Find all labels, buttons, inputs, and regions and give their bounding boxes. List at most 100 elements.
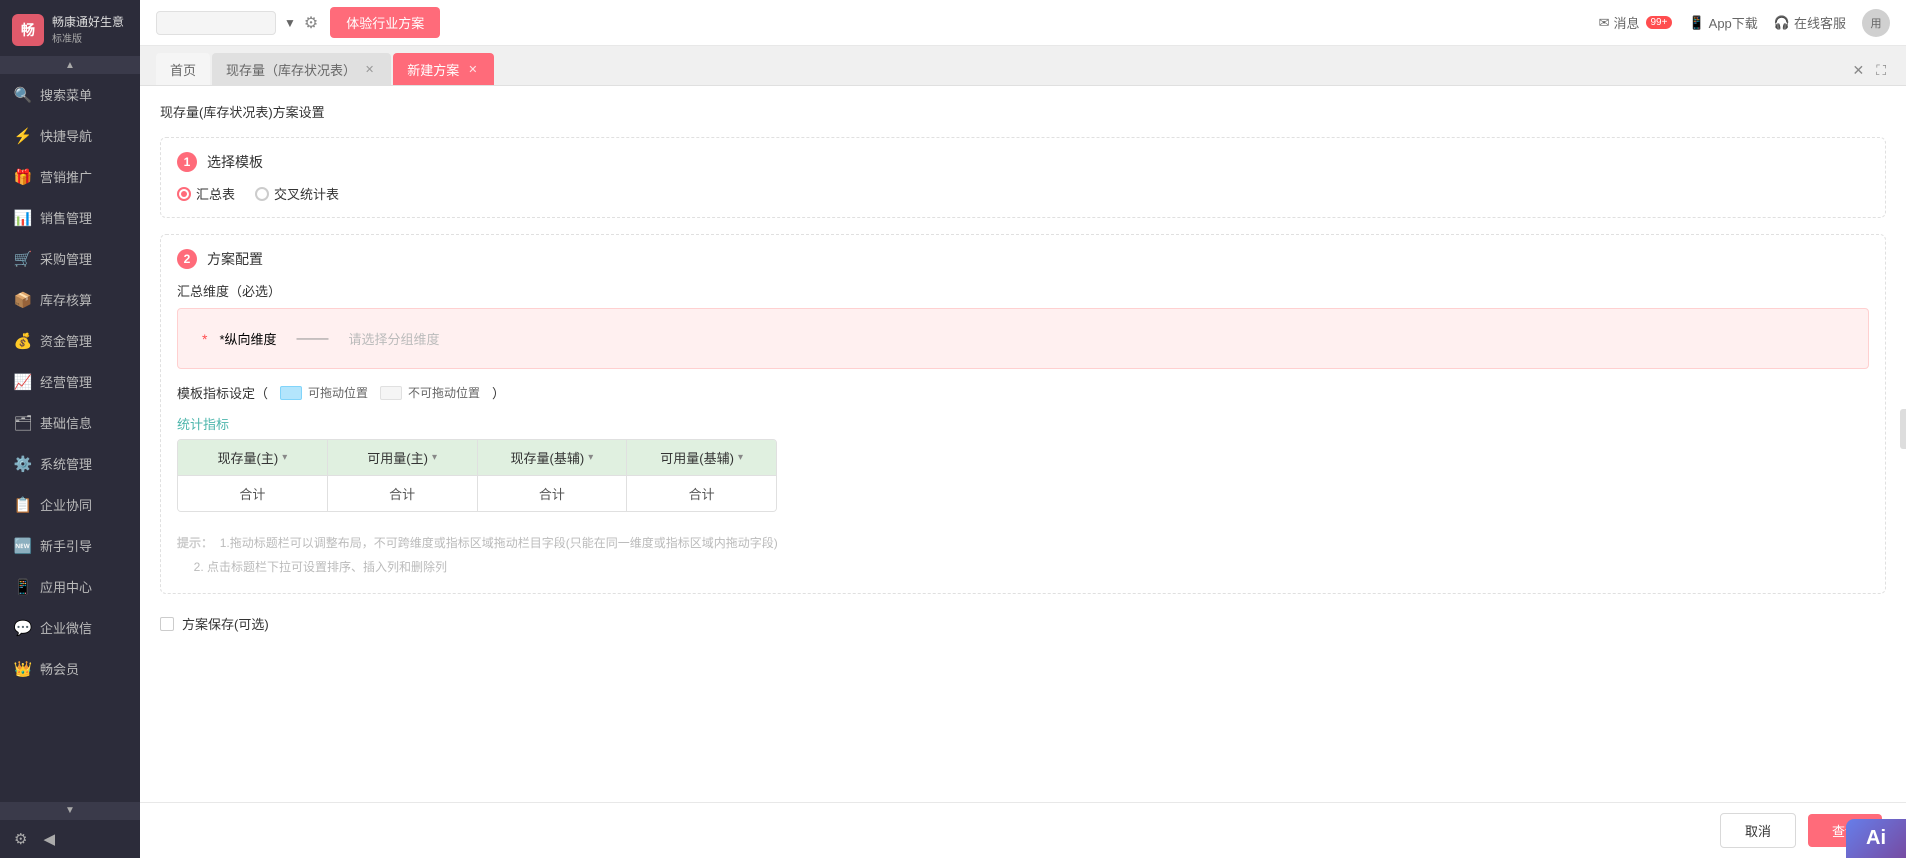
- customer-service-item[interactable]: 🎧 在线客服: [1774, 13, 1846, 32]
- member-icon: 👑: [14, 660, 32, 678]
- sidebar-item-member[interactable]: 👑 畅会员: [0, 648, 140, 689]
- resize-handle[interactable]: [1900, 409, 1906, 449]
- sidebar-system-label: 系统管理: [40, 454, 92, 473]
- stats-col-3-header-label: 可用量(基辅): [660, 448, 734, 467]
- sidebar-item-guide[interactable]: 🆕 新手引导: [0, 525, 140, 566]
- app-name: 畅康通好生意: [52, 15, 124, 31]
- basic-icon: 🗂: [14, 414, 32, 432]
- radio-cross[interactable]: 交叉统计表: [255, 184, 339, 203]
- stats-col-3-chevron[interactable]: ▾: [738, 452, 743, 463]
- step2-badge: 2: [177, 249, 197, 269]
- sidebar-shortcut-label: 快捷导航: [40, 126, 92, 145]
- sidebar-scroll-down[interactable]: ▼: [0, 802, 140, 819]
- topbar-left: ▼ ⚙: [156, 11, 318, 35]
- stats-col-1-header-label: 可用量(主): [367, 448, 428, 467]
- nav-search-input[interactable]: [156, 11, 276, 35]
- system-icon: ⚙️: [14, 455, 32, 473]
- stats-col-0-header-label: 现存量(主): [218, 448, 279, 467]
- tips-title: 提示： 1.拖动标题栏可以调整布局，不可跨维度或指标区域拖动栏目字段(只能在同一…: [177, 531, 1869, 555]
- search-icon: 🔍: [14, 86, 32, 104]
- sidebar-item-marketing[interactable]: 🎁 营销推广: [0, 156, 140, 197]
- stats-col-0-body: 合计: [178, 476, 327, 511]
- non-draggable-label: 不可拖动位置: [408, 384, 480, 401]
- sidebar-item-purchase[interactable]: 🛒 采购管理: [0, 238, 140, 279]
- draggable-box: [280, 386, 302, 400]
- topbar: ▼ ⚙ 体验行业方案 ✉ 消息 99+ 📱 App下载 🎧 在线客服 用: [140, 0, 1906, 46]
- stats-col-1-chevron[interactable]: ▾: [432, 452, 437, 463]
- radio-summary-label: 汇总表: [196, 184, 235, 203]
- stats-col-0-chevron[interactable]: ▾: [282, 452, 287, 463]
- stats-col-2-header[interactable]: 现存量(基辅) ▾: [478, 440, 627, 476]
- stats-col-1-body: 合计: [328, 476, 477, 511]
- sidebar-member-label: 畅会员: [40, 659, 79, 678]
- save-row: 方案保存(可选): [160, 614, 1886, 633]
- topbar-dropdown-icon[interactable]: ▼: [284, 16, 296, 30]
- customer-service-label: 在线客服: [1794, 13, 1846, 32]
- tab-new-label: 新建方案: [407, 60, 459, 79]
- sidebar-inventory-label: 库存核算: [40, 290, 92, 309]
- messages-badge: 99+: [1646, 16, 1673, 29]
- sidebar-sound-icon[interactable]: ◀: [43, 830, 55, 848]
- non-draggable-indicator: 不可拖动位置: [380, 384, 480, 401]
- sidebar-item-system[interactable]: ⚙️ 系统管理: [0, 443, 140, 484]
- content-area: 现存量(库存状况表)方案设置 1 选择模板 汇总表 交叉统计表 2: [140, 86, 1906, 802]
- tab-inventory[interactable]: 现存量（库存状况表） ✕: [212, 53, 391, 85]
- stats-col-3-header[interactable]: 可用量(基辅) ▾: [627, 440, 776, 476]
- page-title: 现存量(库存状况表)方案设置: [160, 102, 1886, 121]
- sidebar-item-search[interactable]: 🔍 搜索菜单: [0, 74, 140, 115]
- stats-col-0-header[interactable]: 现存量(主) ▾: [178, 440, 327, 476]
- app-download-item[interactable]: 📱 App下载: [1688, 13, 1757, 32]
- draggable-label: 可拖动位置: [308, 384, 368, 401]
- sidebar-item-shortcut[interactable]: ⚡ 快捷导航: [0, 115, 140, 156]
- template-indicator-label: 模板指标设定（: [177, 383, 268, 402]
- dimension-label: 汇总维度（必选）: [177, 281, 1869, 300]
- sidebar-item-contract[interactable]: 📋 企业协同: [0, 484, 140, 525]
- stats-table: 现存量(主) ▾ 合计 可用量(主) ▾ 合计: [177, 439, 777, 512]
- arrow-separator: ——: [297, 330, 329, 348]
- logo-initials: 畅: [21, 20, 35, 40]
- shortcut-icon: ⚡: [14, 127, 32, 145]
- sidebar: 畅 畅康通好生意 标准版 ▲ 🔍 搜索菜单 ⚡ 快捷导航 🎁 营销推广 📊 销售…: [0, 0, 140, 858]
- radio-summary-circle: [177, 187, 191, 201]
- sidebar-settings-icon[interactable]: ⚙: [14, 830, 27, 848]
- sidebar-apps-label: 应用中心: [40, 577, 92, 596]
- close-paren: ）: [492, 383, 505, 402]
- tab-new-close[interactable]: ✕: [465, 62, 480, 77]
- radio-summary[interactable]: 汇总表: [177, 184, 235, 203]
- tab-home[interactable]: 首页: [156, 53, 210, 85]
- tab-inventory-close[interactable]: ✕: [362, 62, 377, 77]
- sidebar-item-wechat[interactable]: 💬 企业微信: [0, 607, 140, 648]
- draggable-indicator: 可拖动位置: [280, 384, 368, 401]
- sidebar-item-inventory[interactable]: 📦 库存核算: [0, 279, 140, 320]
- sidebar-item-basic[interactable]: 🗂 基础信息: [0, 402, 140, 443]
- messages-item[interactable]: ✉ 消息 99+: [1599, 13, 1673, 32]
- step1-section: 1 选择模板 汇总表 交叉统计表: [160, 137, 1886, 218]
- app-name-group: 畅康通好生意 标准版: [52, 15, 124, 46]
- expand-icon[interactable]: ⛶: [1872, 60, 1890, 81]
- ai-float-button[interactable]: Ai: [1846, 819, 1906, 858]
- sidebar-item-apps[interactable]: 📱 应用中心: [0, 566, 140, 607]
- sidebar-item-finance[interactable]: 💰 资金管理: [0, 320, 140, 361]
- stats-col-2-chevron[interactable]: ▾: [588, 452, 593, 463]
- tab-home-label: 首页: [170, 60, 196, 79]
- non-draggable-box: [380, 386, 402, 400]
- sidebar-search-label: 搜索菜单: [40, 85, 92, 104]
- step1-badge: 1: [177, 152, 197, 172]
- user-avatar[interactable]: 用: [1862, 9, 1890, 37]
- trial-industry-button[interactable]: 体验行业方案: [330, 7, 440, 38]
- save-checkbox[interactable]: [160, 617, 174, 631]
- download-icon: 📱: [1688, 15, 1704, 31]
- tab-new[interactable]: 新建方案 ✕: [393, 53, 494, 85]
- stats-col-1-header[interactable]: 可用量(主) ▾: [328, 440, 477, 476]
- sidebar-item-operation[interactable]: 📈 经营管理: [0, 361, 140, 402]
- dimension-required-box[interactable]: * *纵向维度 —— 请选择分组维度: [177, 308, 1869, 369]
- sidebar-item-sales[interactable]: 📊 销售管理: [0, 197, 140, 238]
- app-download-label: App下载: [1709, 13, 1758, 32]
- cancel-button[interactable]: 取消: [1720, 813, 1796, 848]
- minimize-icon[interactable]: ✕: [1848, 60, 1868, 81]
- guide-icon: 🆕: [14, 537, 32, 555]
- tips-title-text: 提示：: [177, 536, 213, 550]
- marketing-icon: 🎁: [14, 168, 32, 186]
- topbar-settings-icon[interactable]: ⚙: [304, 13, 318, 33]
- sidebar-scroll-up[interactable]: ▲: [0, 57, 140, 74]
